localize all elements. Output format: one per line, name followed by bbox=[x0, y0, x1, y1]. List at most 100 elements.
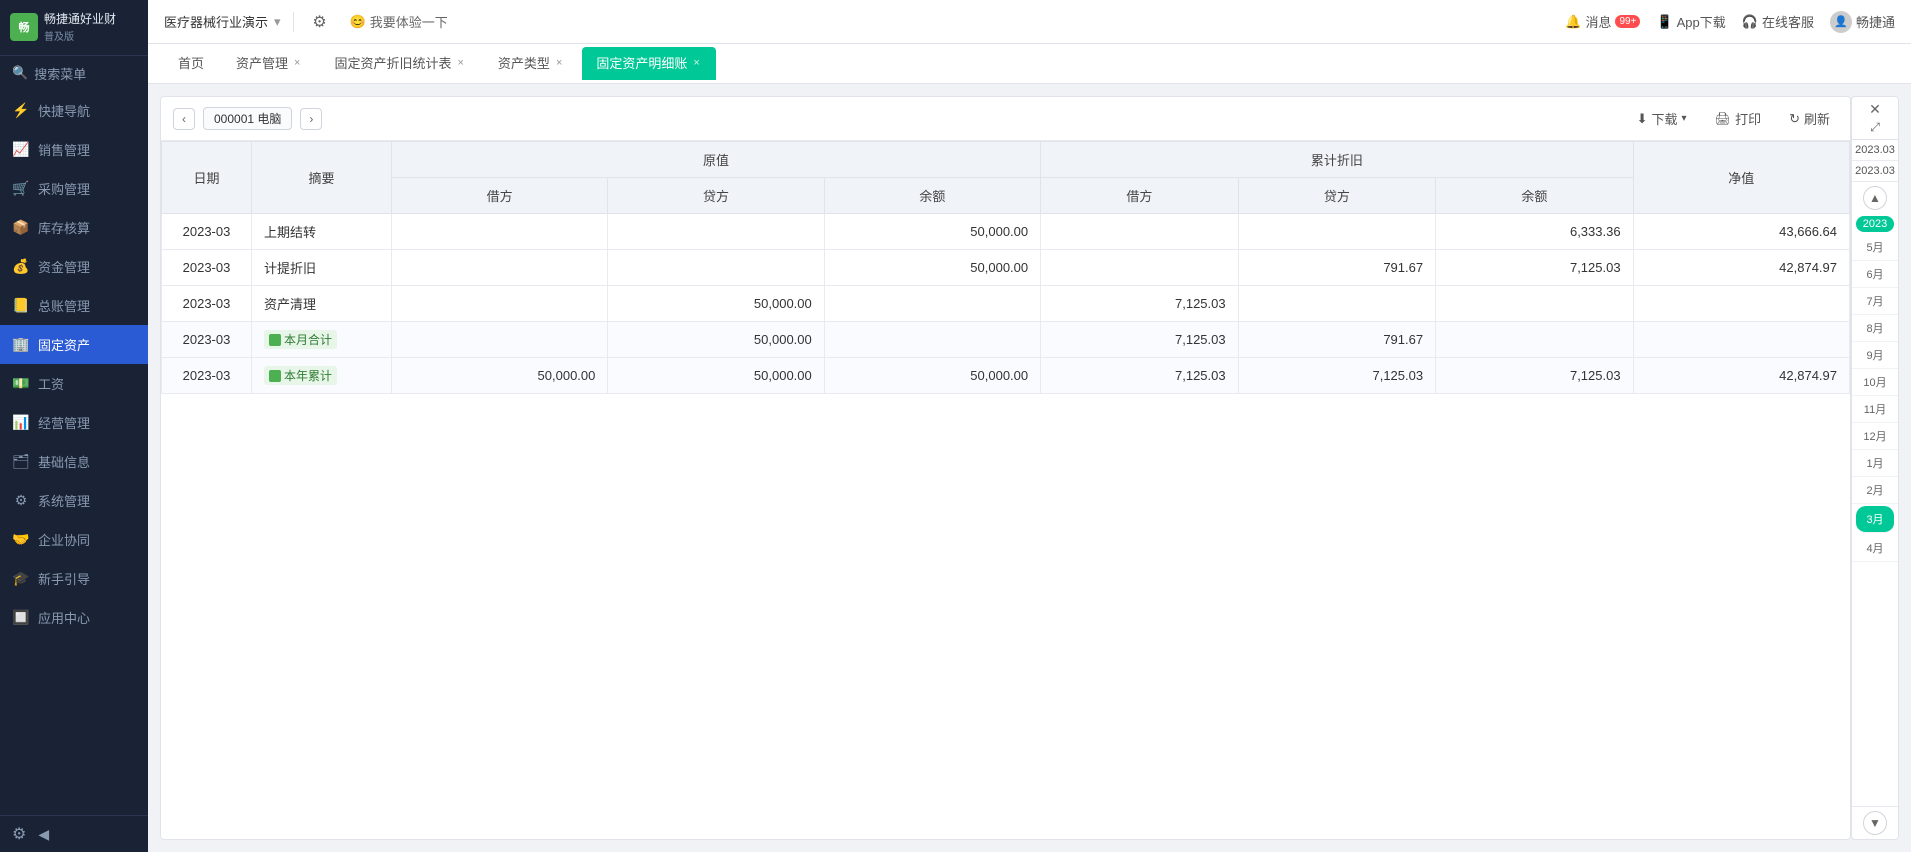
experience-button[interactable]: 😊 我要体验一下 bbox=[350, 12, 448, 31]
asset-code-badge: 000001 电脑 bbox=[203, 107, 292, 130]
sidebar-item-app-center[interactable]: 🔲 应用中心 bbox=[0, 598, 148, 637]
cell-dep_balance: 6,333.36 bbox=[1436, 214, 1633, 250]
sidebar-item-enterprise[interactable]: 🤝 企业协同 bbox=[0, 520, 148, 559]
sidebar-item-guide[interactable]: 🎓 新手引导 bbox=[0, 559, 148, 598]
download-dropdown-icon: ▾ bbox=[1682, 113, 1687, 124]
tab-label: 固定资产折旧统计表 bbox=[334, 53, 451, 72]
tab-close-button[interactable]: × bbox=[292, 56, 302, 70]
tab-close-button[interactable]: × bbox=[554, 56, 564, 70]
sidebar-item-funds[interactable]: 💰 资金管理 bbox=[0, 247, 148, 286]
month-item[interactable]: 9月 bbox=[1852, 342, 1898, 369]
sidebar-bottom: ⚙ ◀ bbox=[0, 815, 148, 852]
tab-asset-detail[interactable]: 固定资产明细账 × bbox=[582, 47, 715, 80]
cell-dep_credit bbox=[1238, 286, 1435, 322]
operations-icon: 📊 bbox=[12, 413, 30, 431]
app-center-icon: 🔲 bbox=[12, 608, 30, 626]
cell-dep_balance bbox=[1436, 286, 1633, 322]
user-profile-button[interactable]: 👤 畅捷通 bbox=[1830, 11, 1895, 33]
month-item[interactable]: 10月 bbox=[1852, 369, 1898, 396]
sidebar-item-ledger[interactable]: 📒 总账管理 bbox=[0, 286, 148, 325]
month-item[interactable]: 11月 bbox=[1852, 396, 1898, 423]
company-dropdown-icon: ▾ bbox=[274, 14, 281, 30]
payroll-icon: 💵 bbox=[12, 374, 30, 392]
month-item[interactable]: 7月 bbox=[1852, 288, 1898, 315]
topbar-settings-button[interactable]: ⚙ bbox=[306, 8, 334, 36]
cell-net_value: 42,874.97 bbox=[1633, 358, 1849, 394]
refresh-button[interactable]: ↻ 刷新 bbox=[1781, 105, 1838, 132]
sidebar-item-operations[interactable]: 📊 经营管理 bbox=[0, 403, 148, 442]
th-orig-balance: 余额 bbox=[824, 178, 1040, 214]
month-item[interactable]: 3月 bbox=[1856, 506, 1894, 533]
system-icon: ⚙ bbox=[12, 491, 30, 509]
next-asset-button[interactable]: › bbox=[300, 108, 322, 130]
bell-icon: 🔔 bbox=[1565, 14, 1581, 30]
topbar-right: 🔔 消息 99+ 📱 App下载 🎧 在线客服 👤 畅捷通 bbox=[1565, 11, 1895, 33]
sidebar-item-inventory[interactable]: 📦 库存核算 bbox=[0, 208, 148, 247]
th-date: 日期 bbox=[162, 142, 252, 214]
th-accumulated-depreciation: 累计折旧 bbox=[1041, 142, 1633, 178]
print-icon: 🖨 bbox=[1715, 111, 1732, 127]
collapse-sidebar-icon[interactable]: ◀ bbox=[38, 826, 49, 843]
tab-close-button[interactable]: × bbox=[455, 56, 465, 70]
th-original-value: 原值 bbox=[392, 142, 1041, 178]
purchase-icon: 🛒 bbox=[12, 179, 30, 197]
content-area: ‹ 000001 电脑 › ⬇ 下载 ▾ 🖨 打印 ↻ 刷新 bbox=[148, 84, 1911, 852]
cell-date: 2023-03 bbox=[162, 286, 252, 322]
th-dep-balance: 余额 bbox=[1436, 178, 1633, 214]
table-row: 2023-03计提折旧50,000.00791.677,125.0342,874… bbox=[162, 250, 1850, 286]
month-item[interactable]: 2月 bbox=[1852, 477, 1898, 504]
right-panel: ✕ ⤢ 2023.03 2023.03 ▲ 20235月6月7月8月9月10月1… bbox=[1851, 96, 1899, 840]
tab-depreciation-stats[interactable]: 固定资产折旧统计表 × bbox=[320, 47, 479, 80]
sidebar-search-item[interactable]: 🔍 搜索菜单 bbox=[0, 56, 148, 91]
sidebar-item-purchase[interactable]: 🛒 采购管理 bbox=[0, 169, 148, 208]
cell-orig_balance bbox=[824, 322, 1040, 358]
table-row: 2023-03资产清理50,000.007,125.03 bbox=[162, 286, 1850, 322]
customer-service-button[interactable]: 🎧 在线客服 bbox=[1742, 12, 1814, 31]
th-net-value: 净值 bbox=[1633, 142, 1849, 214]
funds-icon: 💰 bbox=[12, 257, 30, 275]
tab-label: 资产管理 bbox=[236, 53, 288, 72]
month-item[interactable]: 4月 bbox=[1852, 535, 1898, 562]
download-icon: 📱 bbox=[1656, 14, 1672, 30]
company-name: 医疗器械行业演示 bbox=[164, 12, 268, 31]
tab-close-button[interactable]: × bbox=[691, 56, 701, 70]
tab-home[interactable]: 首页 bbox=[164, 47, 218, 80]
cell-orig_debit bbox=[392, 214, 608, 250]
year-label: 2023 bbox=[1856, 216, 1894, 232]
cell-dep_debit: 7,125.03 bbox=[1041, 322, 1238, 358]
notifications-button[interactable]: 🔔 消息 99+ bbox=[1565, 12, 1640, 31]
month-item[interactable]: 1月 bbox=[1852, 450, 1898, 477]
download-button[interactable]: ⬇ 下载 ▾ bbox=[1629, 105, 1695, 132]
month-item[interactable]: 12月 bbox=[1852, 423, 1898, 450]
cell-dep_debit bbox=[1041, 214, 1238, 250]
print-button[interactable]: 🖨 打印 bbox=[1707, 105, 1770, 132]
month-item[interactable]: 5月 bbox=[1852, 234, 1898, 261]
sidebar-item-system[interactable]: ⚙ 系统管理 bbox=[0, 481, 148, 520]
sidebar-item-fixed-assets[interactable]: 🏢 固定资产 bbox=[0, 325, 148, 364]
tab-asset-type[interactable]: 资产类型 × bbox=[484, 47, 578, 80]
panel-close-button[interactable]: ✕ bbox=[1869, 101, 1881, 118]
panel-prev-button[interactable]: ▲ bbox=[1863, 186, 1887, 210]
app-subtitle: 普及版 bbox=[44, 28, 116, 43]
cell-dep_debit: 7,125.03 bbox=[1041, 358, 1238, 394]
sidebar-item-basic-info[interactable]: 🗂 基础信息 bbox=[0, 442, 148, 481]
sidebar-item-label: 新手引导 bbox=[38, 569, 90, 588]
sidebar-item-payroll[interactable]: 💵 工资 bbox=[0, 364, 148, 403]
prev-asset-button[interactable]: ‹ bbox=[173, 108, 195, 130]
cell-date: 2023-03 bbox=[162, 250, 252, 286]
sidebar-item-sales[interactable]: 📈 销售管理 bbox=[0, 130, 148, 169]
cell-orig_debit: 50,000.00 bbox=[392, 358, 608, 394]
cell-dep_debit bbox=[1041, 250, 1238, 286]
month-item[interactable]: 6月 bbox=[1852, 261, 1898, 288]
panel-expand-button[interactable]: ⤢ bbox=[1870, 120, 1880, 135]
company-selector[interactable]: 医疗器械行业演示 ▾ bbox=[164, 12, 281, 31]
panel-next-button[interactable]: ▼ bbox=[1863, 811, 1887, 835]
tab-asset-mgmt[interactable]: 资产管理 × bbox=[222, 47, 316, 80]
settings-bottom-icon[interactable]: ⚙ bbox=[12, 824, 26, 844]
sidebar-item-quick-nav[interactable]: ⚡ 快捷导航 bbox=[0, 91, 148, 130]
month-item[interactable]: 8月 bbox=[1852, 315, 1898, 342]
app-download-button[interactable]: 📱 App下载 bbox=[1656, 12, 1725, 31]
cell-orig_debit bbox=[392, 250, 608, 286]
th-orig-debit: 借方 bbox=[392, 178, 608, 214]
guide-icon: 🎓 bbox=[12, 569, 30, 587]
